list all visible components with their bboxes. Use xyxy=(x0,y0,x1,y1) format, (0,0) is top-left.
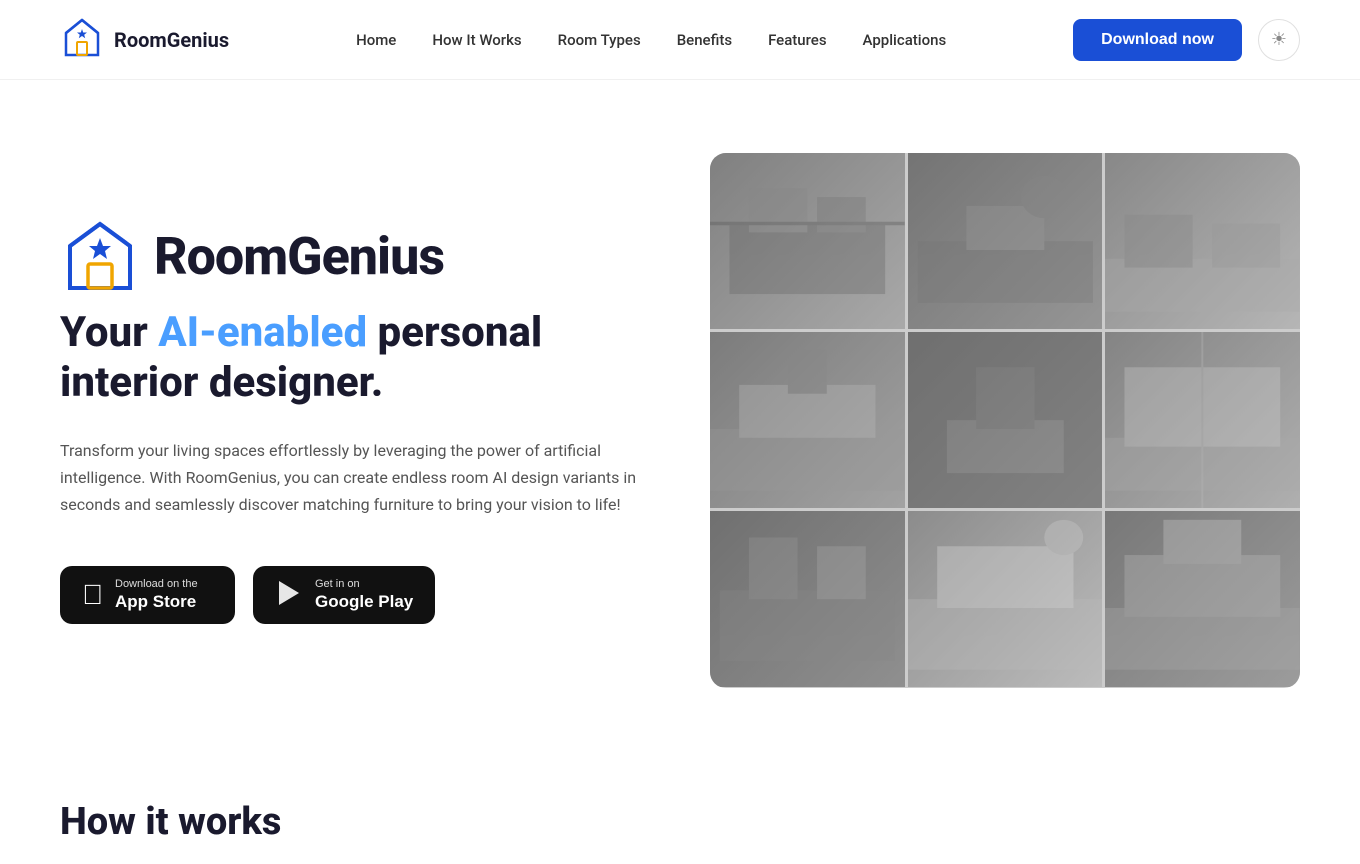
google-play-button[interactable]: Get in on Google Play xyxy=(253,566,435,624)
nav-actions: Download now ☀ xyxy=(1073,19,1300,61)
store-buttons:  Download on the App Store Get in on Go… xyxy=(60,566,650,624)
download-now-button[interactable]: Download now xyxy=(1073,19,1242,61)
room-image-3 xyxy=(1105,153,1300,329)
app-store-text: Download on the App Store xyxy=(115,578,198,612)
hero-description: Transform your living spaces effortlessl… xyxy=(60,437,640,519)
how-it-works-section: How it works xyxy=(0,760,1360,864)
nav-links: Home How It Works Room Types Benefits Fe… xyxy=(356,30,946,49)
room-image-9 xyxy=(1105,511,1300,687)
nav-logo-text: RoomGenius xyxy=(114,28,229,52)
hero-brand-name: RoomGenius xyxy=(154,226,444,287)
room-image-6 xyxy=(1105,332,1300,508)
hero-image xyxy=(710,153,1300,688)
room-image-1 xyxy=(710,153,905,329)
nav-link-features[interactable]: Features xyxy=(768,31,826,49)
hero-brand: RoomGenius xyxy=(60,216,650,296)
apple-icon:  xyxy=(82,581,103,609)
room-image-4 xyxy=(710,332,905,508)
logo-icon xyxy=(60,15,104,64)
room-images-grid xyxy=(710,153,1300,688)
nav-link-room-types[interactable]: Room Types xyxy=(558,31,641,49)
nav-link-home[interactable]: Home xyxy=(356,31,396,49)
tagline-plain: Your xyxy=(60,308,158,357)
hero-tagline: Your AI-enabled personal interior design… xyxy=(60,308,650,409)
app-store-button[interactable]:  Download on the App Store xyxy=(60,566,235,624)
tagline-highlight: AI-enabled xyxy=(158,308,367,357)
hero-content: RoomGenius Your AI-enabled personal inte… xyxy=(60,216,650,624)
room-image-8 xyxy=(908,511,1103,687)
sun-icon: ☀ xyxy=(1271,29,1287,50)
hero-logo-icon xyxy=(60,216,140,296)
navbar: RoomGenius Home How It Works Room Types … xyxy=(0,0,1360,80)
nav-link-benefits[interactable]: Benefits xyxy=(677,31,732,49)
theme-toggle-button[interactable]: ☀ xyxy=(1258,19,1300,61)
room-image-5 xyxy=(908,332,1103,508)
nav-link-how-it-works[interactable]: How It Works xyxy=(432,31,521,49)
how-it-works-title: How it works xyxy=(60,800,1300,844)
nav-logo[interactable]: RoomGenius xyxy=(60,15,229,64)
hero-section: RoomGenius Your AI-enabled personal inte… xyxy=(0,80,1360,760)
room-image-7 xyxy=(710,511,905,687)
room-image-2 xyxy=(908,153,1103,329)
google-play-icon xyxy=(275,579,303,612)
nav-link-applications[interactable]: Applications xyxy=(863,31,947,49)
google-play-text: Get in on Google Play xyxy=(315,578,413,612)
